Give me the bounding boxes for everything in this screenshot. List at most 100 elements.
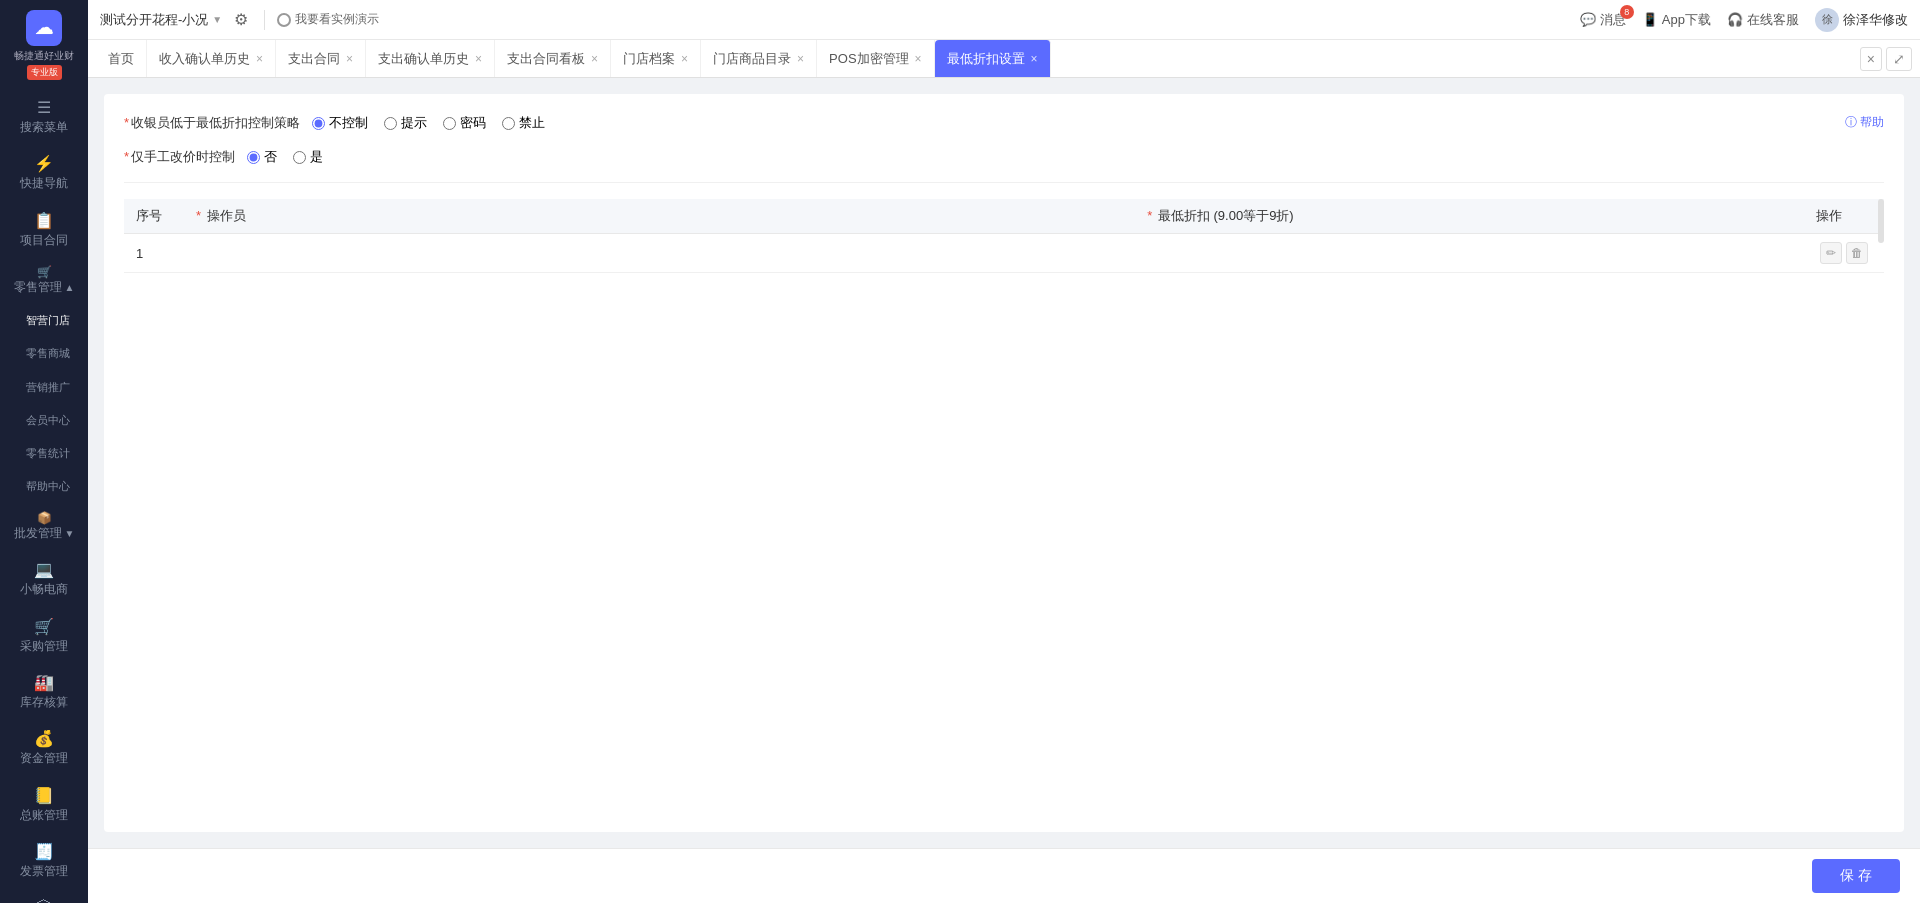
sidebar-item-ledger[interactable]: 📒 总账管理 — [0, 776, 88, 832]
radio-no-control-label: 不控制 — [329, 114, 368, 132]
page-footer: 保 存 — [88, 848, 1920, 903]
sidebar-item-label: 零售统计 — [26, 447, 70, 460]
messages-button[interactable]: 💬 消息 8 — [1580, 11, 1626, 29]
sidebar-item-smart-store[interactable]: 智营门店 — [0, 304, 88, 337]
tab-home[interactable]: 首页 — [96, 40, 147, 78]
tab-min-discount-label: 最低折扣设置 — [947, 50, 1025, 68]
inventory-icon: 🏭 — [34, 673, 54, 692]
tab-pos-lock[interactable]: POS加密管理 × — [817, 40, 934, 78]
app-download-button[interactable]: 📱 App下载 — [1642, 11, 1711, 29]
retail-icon: 🛒 — [37, 265, 52, 279]
expand-tab-button[interactable]: ⤢ — [1886, 47, 1912, 71]
radio-yes[interactable]: 是 — [293, 148, 323, 166]
scrollbar[interactable] — [1878, 199, 1884, 243]
phone-icon: 📱 — [1642, 12, 1658, 27]
radio-password[interactable]: 密码 — [443, 114, 486, 132]
radio-no-control[interactable]: 不控制 — [312, 114, 368, 132]
required-mark: * — [124, 149, 129, 164]
table-section: 序号 * 操作员 * 最低折扣 (9.00等于9折) 操作 — [124, 199, 1884, 273]
tab-close-icon[interactable]: × — [475, 53, 482, 65]
ecommerce-icon: 💻 — [34, 560, 54, 579]
cell-action: ✏ 🗑 — [1804, 234, 1884, 273]
project-name: 测试分开花程-小况 — [100, 11, 208, 29]
content-area: ⓘ 帮助 *收银员低于最低折扣控制策略 不控制 提示 — [88, 78, 1920, 848]
tab-store-file[interactable]: 门店档案 × — [611, 40, 701, 78]
tab-close-icon[interactable]: × — [915, 53, 922, 65]
demo-link[interactable]: 我要看实例演示 — [277, 11, 379, 28]
sidebar-item-purchase[interactable]: 🛒 采购管理 — [0, 607, 88, 663]
sidebar-item-quicknav[interactable]: ⚡ 快捷导航 — [0, 144, 88, 200]
tab-payment-board[interactable]: 支出合同看板 × — [495, 40, 611, 78]
sidebar-item-wholesale[interactable]: 📦 批发管理 ▼ — [0, 503, 88, 550]
sidebar-item-label: 项目合同 — [20, 233, 68, 247]
sidebar: ☁ 畅捷通好业财 专业版 ☰ 搜索菜单 ⚡ 快捷导航 📋 项目合同 🛒 零售管理… — [0, 0, 88, 903]
radio-ban[interactable]: 禁止 — [502, 114, 545, 132]
headset-icon: 🎧 — [1727, 12, 1743, 27]
sidebar-item-help[interactable]: 帮助中心 — [0, 470, 88, 503]
sidebar-item-retail-stat[interactable]: 零售统计 — [0, 437, 88, 470]
topbar: 测试分开花程-小况 ▼ ⚙ 我要看实例演示 💬 消息 8 📱 App下载 🎧 在… — [88, 0, 1920, 40]
sidebar-item-marketing[interactable]: 营销推广 — [0, 371, 88, 404]
tab-close-icon[interactable]: × — [681, 53, 688, 65]
topbar-settings-button[interactable]: ⚙ — [230, 6, 252, 33]
edit-row-button[interactable]: ✏ — [1820, 242, 1842, 264]
sidebar-item-finance[interactable]: 💰 资金管理 — [0, 719, 88, 775]
support-button[interactable]: 🎧 在线客服 — [1727, 11, 1799, 29]
action-icons: ✏ 🗑 — [1816, 242, 1872, 264]
tab-min-discount[interactable]: 最低折扣设置 × — [935, 40, 1051, 78]
radio-hint[interactable]: 提示 — [384, 114, 427, 132]
table-header-row: 序号 * 操作员 * 最低折扣 (9.00等于9折) 操作 — [124, 199, 1884, 234]
close-tab-button[interactable]: × — [1860, 47, 1882, 71]
sidebar-item-invoice[interactable]: 🧾 发票管理 — [0, 832, 88, 888]
cashier-policy-radio-group: 不控制 提示 密码 禁止 — [312, 114, 545, 132]
project-selector[interactable]: 测试分开花程-小况 ▼ — [100, 11, 222, 29]
tab-close-icon[interactable]: × — [256, 53, 263, 65]
tab-income-confirm[interactable]: 收入确认单历史 × — [147, 40, 276, 78]
delete-row-button[interactable]: 🗑 — [1846, 242, 1868, 264]
tab-close-active-icon[interactable]: × — [1031, 53, 1038, 65]
manual-price-label: *仅手工改价时控制 — [124, 148, 235, 166]
tab-payment-board-label: 支出合同看板 — [507, 50, 585, 68]
radio-no-label: 否 — [264, 148, 277, 166]
page-card: ⓘ 帮助 *收银员低于最低折扣控制策略 不控制 提示 — [104, 94, 1904, 832]
sidebar-item-inventory[interactable]: 🏭 库存核算 — [0, 663, 88, 719]
sidebar-item-retail[interactable]: 🛒 零售管理 ▲ — [0, 257, 88, 304]
chevron-down-icon: ▼ — [212, 14, 222, 25]
help-link[interactable]: ⓘ 帮助 — [1845, 114, 1884, 131]
sidebar-item-project[interactable]: 📋 项目合同 — [0, 201, 88, 257]
sidebar-item-tax[interactable]: 🏛 税务管理 — [0, 889, 88, 903]
tab-payment-contract-label: 支出合同 — [288, 50, 340, 68]
sidebar-item-member[interactable]: 会员中心 — [0, 404, 88, 437]
sidebar-item-label: 帮助中心 — [26, 480, 70, 493]
sidebar-item-ecommerce[interactable]: 💻 小畅电商 — [0, 550, 88, 606]
sidebar-item-retail-mall[interactable]: 零售商城 — [0, 337, 88, 370]
help-circle-icon: ⓘ — [1845, 114, 1857, 131]
sidebar-item-label: 快捷导航 — [20, 176, 68, 190]
discount-table: 序号 * 操作员 * 最低折扣 (9.00等于9折) 操作 — [124, 199, 1884, 273]
tab-store-catalog[interactable]: 门店商品目录 × — [701, 40, 817, 78]
sidebar-item-label: 库存核算 — [20, 695, 68, 709]
sidebar-item-search[interactable]: ☰ 搜索菜单 — [0, 88, 88, 144]
radio-password-label: 密码 — [460, 114, 486, 132]
cell-min-discount — [1135, 234, 1804, 273]
tab-home-label: 首页 — [108, 50, 134, 68]
manual-price-row: *仅手工改价时控制 否 是 — [124, 148, 1884, 166]
cashier-policy-label: *收银员低于最低折扣控制策略 — [124, 114, 300, 132]
cell-operator — [184, 234, 1135, 273]
save-button[interactable]: 保 存 — [1812, 859, 1900, 893]
tab-payment-contract[interactable]: 支出合同 × — [276, 40, 366, 78]
tabs-bar: 首页 收入确认单历史 × 支出合同 × 支出确认单历史 × 支出合同看板 × 门… — [88, 40, 1920, 78]
form-section: ⓘ 帮助 *收银员低于最低折扣控制策略 不控制 提示 — [124, 114, 1884, 183]
radio-yes-label: 是 — [310, 148, 323, 166]
tab-close-icon[interactable]: × — [346, 53, 353, 65]
sidebar-item-label: 采购管理 — [20, 639, 68, 653]
tab-close-icon[interactable]: × — [591, 53, 598, 65]
radio-no[interactable]: 否 — [247, 148, 277, 166]
logo-text: 畅捷通好业财 — [14, 49, 74, 63]
edition-badge: 专业版 — [27, 65, 62, 80]
user-menu[interactable]: 徐 徐泽华修改 — [1815, 8, 1908, 32]
logo-icon: ☁ — [26, 10, 62, 46]
tab-payment-confirm[interactable]: 支出确认单历史 × — [366, 40, 495, 78]
ledger-icon: 📒 — [34, 786, 54, 805]
tab-close-icon[interactable]: × — [797, 53, 804, 65]
